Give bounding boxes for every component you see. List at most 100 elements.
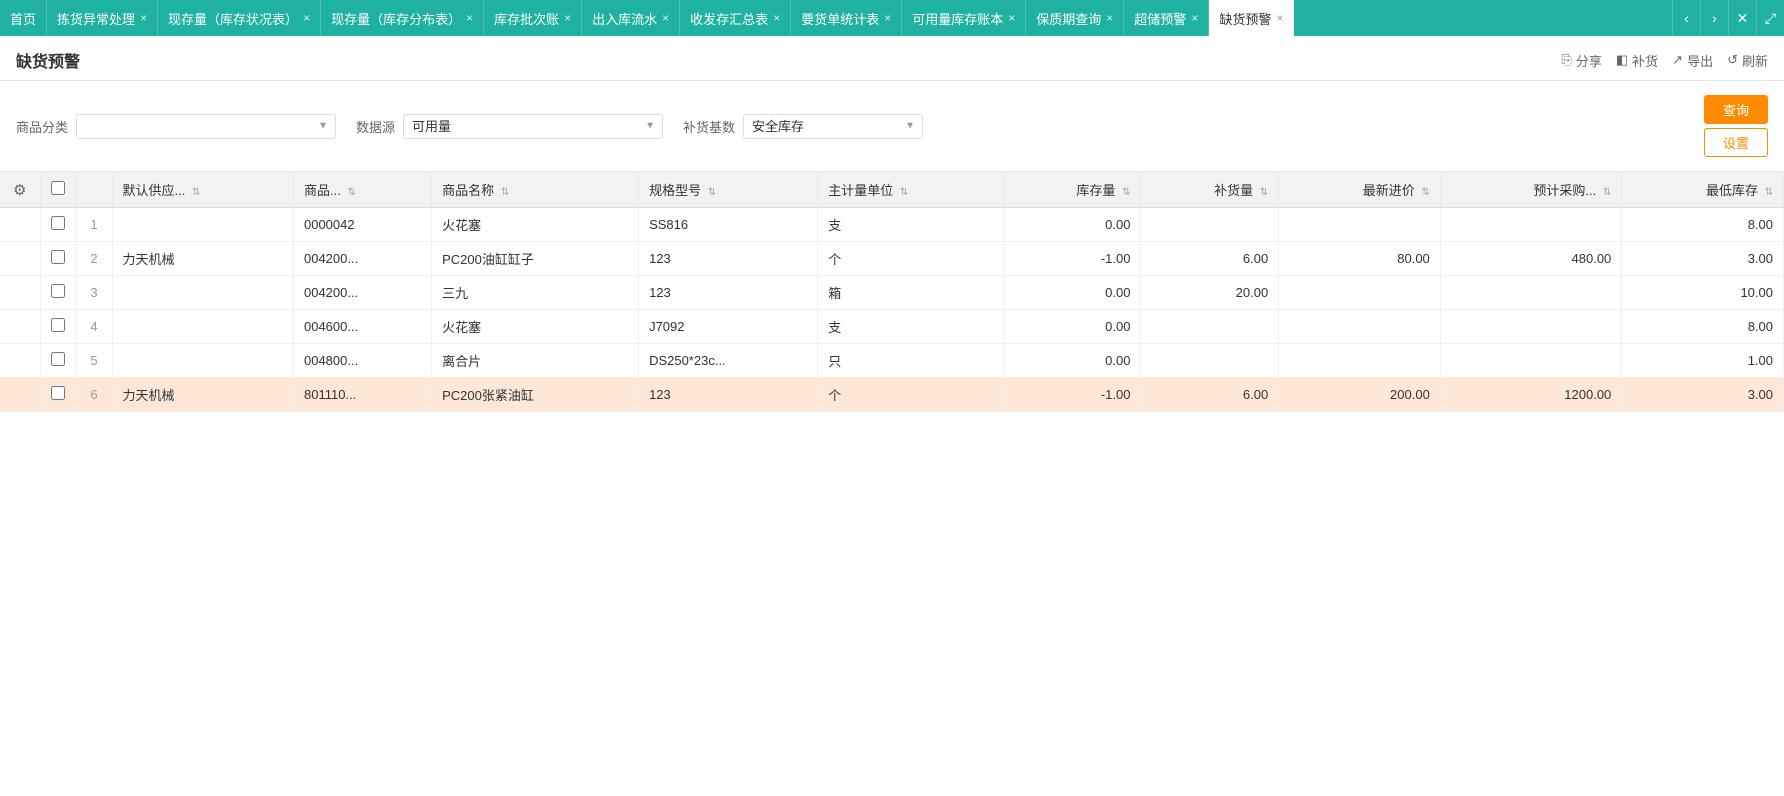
tab-batch[interactable]: 库存批次账 × (484, 0, 582, 36)
tab-inventory-dist-close[interactable]: × (466, 11, 473, 25)
row-est-purchase-cell (1440, 344, 1621, 378)
tab-order-stats-close[interactable]: × (884, 11, 891, 25)
row-checkbox[interactable] (51, 284, 65, 298)
row-replenish-qty-cell: 20.00 (1141, 276, 1279, 310)
select-all-checkbox[interactable] (51, 181, 65, 195)
row-supplier-cell: 力天机械 (112, 378, 293, 412)
col-spec-header[interactable]: 规格型号 ⇅ (639, 172, 818, 208)
row-checkbox-cell[interactable] (40, 310, 76, 344)
table-row[interactable]: 5 004800... 离合片 DS250*23c... 只 0.00 1.00 (0, 344, 1784, 378)
col-min-stock-header[interactable]: 最低库存 ⇅ (1622, 172, 1784, 208)
tab-expiry-query[interactable]: 保质期查询 × (1026, 0, 1124, 36)
col-replenish-qty-header[interactable]: 补货量 ⇅ (1141, 172, 1279, 208)
export-button[interactable]: ↗ 导出 (1672, 51, 1713, 70)
category-select[interactable] (76, 114, 336, 139)
tab-overstock[interactable]: 超储预警 × (1124, 0, 1209, 36)
col-stock-qty-header[interactable]: 库存量 ⇅ (1003, 172, 1141, 208)
datasource-filter-label: 数据源 (356, 117, 395, 136)
table-row[interactable]: 3 004200... 三九 123 箱 0.00 20.00 10.00 (0, 276, 1784, 310)
col-product-code-header[interactable]: 商品... ⇅ (293, 172, 431, 208)
tab-abnormal[interactable]: 拣货异常处理 × (47, 0, 158, 36)
col-settings[interactable]: ⚙ (0, 172, 40, 208)
tab-inventory-status[interactable]: 现存量（库存状况表） × (158, 0, 321, 36)
replenish-base-select[interactable]: 安全库存 最低库存 (743, 114, 923, 139)
tab-order-stats-label: 要货单统计表 (801, 9, 879, 28)
col-product-name-header[interactable]: 商品名称 ⇅ (432, 172, 639, 208)
tab-shortage[interactable]: 缺货预警 × (1209, 0, 1294, 36)
tab-batch-close[interactable]: × (564, 11, 571, 25)
table-row[interactable]: 6 力天机械 801110... PC200张紧油缸 123 个 -1.00 6… (0, 378, 1784, 412)
query-button[interactable]: 查询 (1704, 95, 1768, 124)
row-checkbox-cell[interactable] (40, 208, 76, 242)
tab-nav-next[interactable]: › (1700, 0, 1728, 36)
row-latest-price-cell (1279, 344, 1441, 378)
row-product-code-cell: 004800... (293, 344, 431, 378)
tab-nav-close[interactable]: ✕ (1728, 0, 1756, 36)
category-filter-label: 商品分类 (16, 117, 68, 136)
col-latest-price-header[interactable]: 最新进价 ⇅ (1279, 172, 1441, 208)
col-default-supplier-header[interactable]: 默认供应... ⇅ (112, 172, 293, 208)
row-product-code-cell: 004600... (293, 310, 431, 344)
tab-inout-flow-close[interactable]: × (662, 11, 669, 25)
row-checkbox[interactable] (51, 250, 65, 264)
tab-abnormal-close[interactable]: × (140, 11, 147, 25)
settings-col-icon[interactable]: ⚙ (13, 182, 26, 199)
row-replenish-qty-cell: 6.00 (1141, 242, 1279, 276)
row-supplier-cell (112, 208, 293, 242)
row-checkbox[interactable] (51, 386, 65, 400)
refresh-button[interactable]: ↺ 刷新 (1727, 51, 1768, 70)
row-unit-cell: 只 (818, 344, 1003, 378)
sort-icon-spec: ⇅ (708, 187, 716, 198)
row-checkbox-cell[interactable] (40, 344, 76, 378)
col-checkbox-header[interactable] (40, 172, 76, 208)
tab-order-stats[interactable]: 要货单统计表 × (791, 0, 902, 36)
tab-expiry-query-close[interactable]: × (1106, 11, 1113, 25)
tab-inventory-dist[interactable]: 现存量（库存分布表） × (321, 0, 484, 36)
row-settings-cell (0, 242, 40, 276)
row-checkbox-cell[interactable] (40, 242, 76, 276)
filter-area: 商品分类 数据源 可用量 库存量 补货基数 安全库存 最低库存 (0, 81, 1784, 172)
table-row[interactable]: 4 004600... 火花塞 J7092 支 0.00 8.00 (0, 310, 1784, 344)
tab-inout-flow[interactable]: 出入库流水 × (582, 0, 680, 36)
row-product-code-cell: 801110... (293, 378, 431, 412)
row-checkbox[interactable] (51, 216, 65, 230)
row-unit-cell: 支 (818, 310, 1003, 344)
row-checkbox[interactable] (51, 318, 65, 332)
export-label: 导出 (1687, 51, 1713, 70)
tab-available-ledger-close[interactable]: × (1008, 11, 1015, 25)
datasource-select[interactable]: 可用量 库存量 (403, 114, 663, 139)
share-button[interactable]: ⎘ 分享 (1561, 51, 1601, 70)
tab-receive-summary[interactable]: 收发存汇总表 × (680, 0, 791, 36)
tab-shortage-close[interactable]: × (1276, 11, 1283, 25)
tab-nav-prev[interactable]: ‹ (1672, 0, 1700, 36)
row-unit-cell: 箱 (818, 276, 1003, 310)
tab-receive-summary-close[interactable]: × (773, 11, 780, 25)
table-row[interactable]: 1 0000042 火花塞 SS816 支 0.00 8.00 (0, 208, 1784, 242)
col-latest-price-label: 最新进价 (1363, 183, 1415, 198)
setting-button[interactable]: 设置 (1704, 128, 1768, 157)
row-product-name-cell: PC200张紧油缸 (432, 378, 639, 412)
row-product-code-cell: 0000042 (293, 208, 431, 242)
datasource-select-wrap: 可用量 库存量 (403, 114, 663, 139)
col-replenish-qty-label: 补货量 (1214, 183, 1253, 198)
row-checkbox-cell[interactable] (40, 276, 76, 310)
row-checkbox-cell[interactable] (40, 378, 76, 412)
tab-inventory-status-close[interactable]: × (303, 11, 310, 25)
tab-receive-summary-label: 收发存汇总表 (690, 9, 768, 28)
row-stock-qty-cell: 0.00 (1003, 276, 1141, 310)
col-est-purchase-header[interactable]: 预计采购... ⇅ (1440, 172, 1621, 208)
row-product-code-cell: 004200... (293, 242, 431, 276)
tab-nav-expand[interactable]: ⤢ (1756, 0, 1784, 36)
tab-home[interactable]: 首页 (0, 0, 47, 36)
datasource-filter-group: 数据源 可用量 库存量 (356, 114, 663, 139)
row-product-name-cell: PC200油缸缸子 (432, 242, 639, 276)
refresh-icon: ↺ (1727, 52, 1738, 68)
col-unit-header[interactable]: 主计量单位 ⇅ (818, 172, 1003, 208)
replenish-button[interactable]: ◧ 补货 (1616, 51, 1658, 70)
row-product-name-cell: 离合片 (432, 344, 639, 378)
table-row[interactable]: 2 力天机械 004200... PC200油缸缸子 123 个 -1.00 6… (0, 242, 1784, 276)
page-header: 缺货预警 ⎘ 分享 ◧ 补货 ↗ 导出 ↺ 刷新 (0, 36, 1784, 81)
tab-available-ledger[interactable]: 可用量库存账本 × (902, 0, 1026, 36)
tab-overstock-close[interactable]: × (1191, 11, 1198, 25)
row-checkbox[interactable] (51, 352, 65, 366)
